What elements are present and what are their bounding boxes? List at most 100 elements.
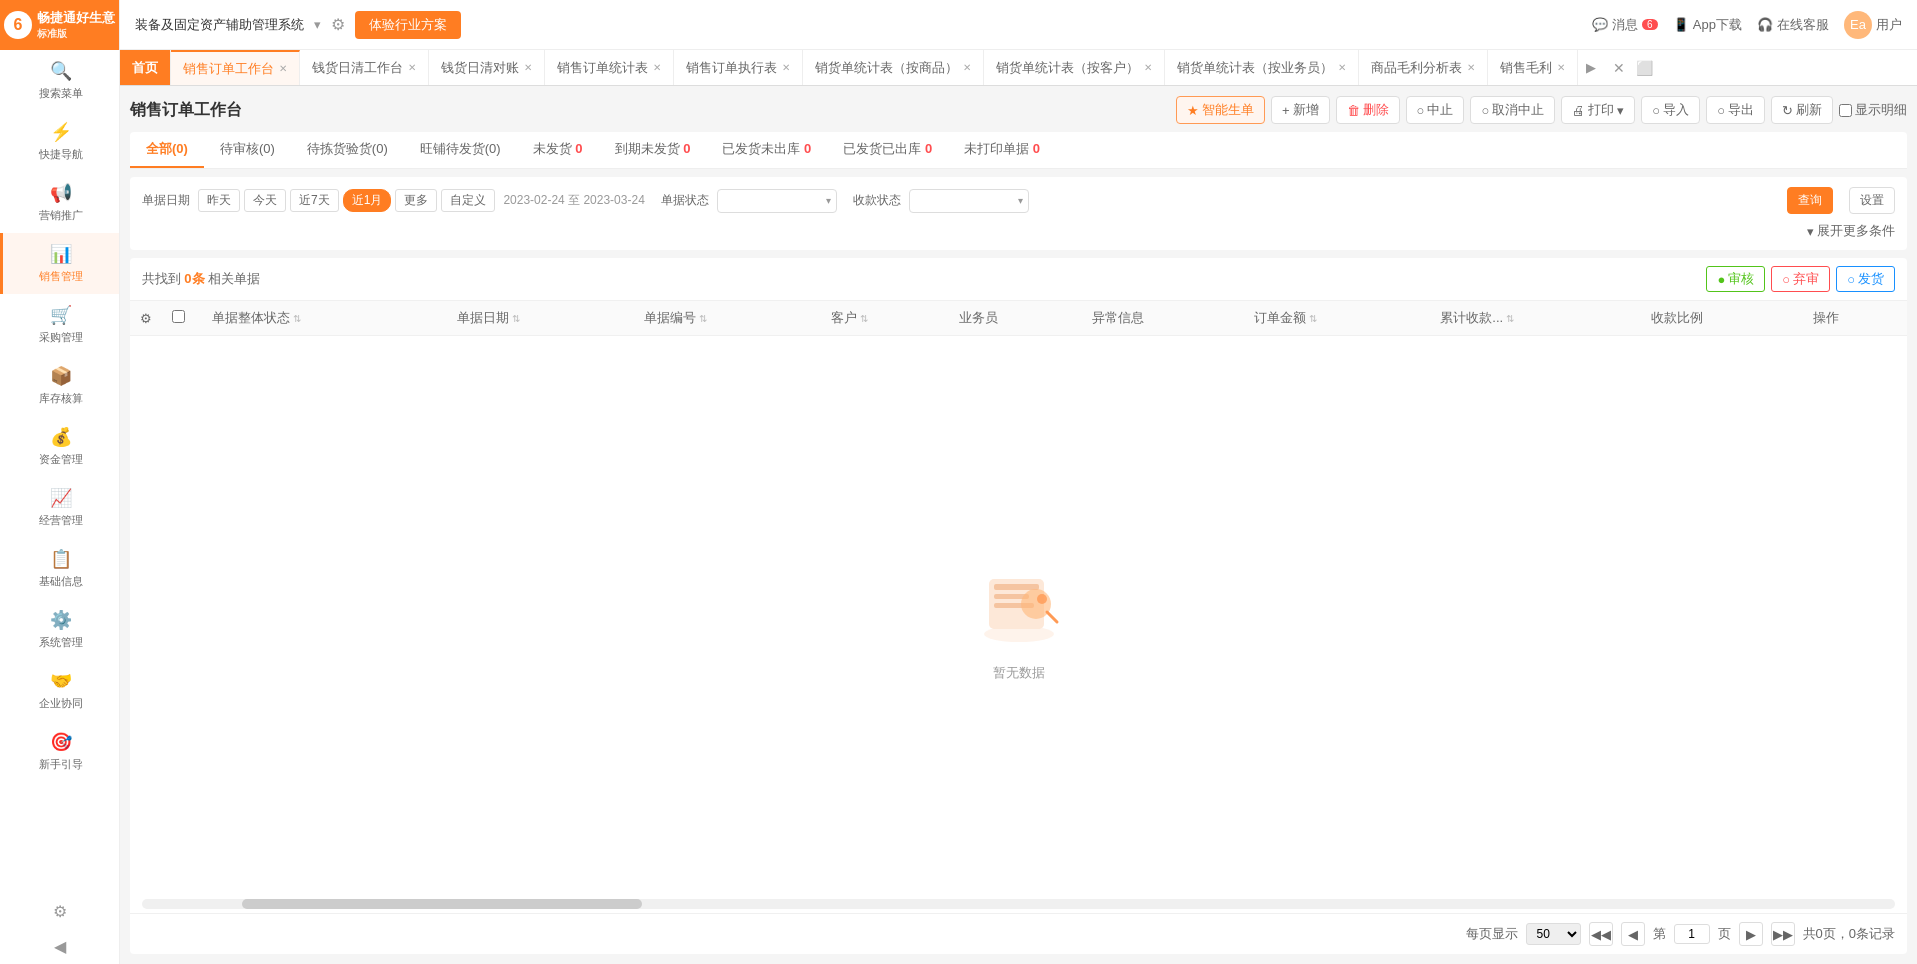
cancel-stop-btn[interactable]: ○ 取消中止 xyxy=(1470,96,1555,124)
th-status-sort[interactable]: 单据整体状态 xyxy=(212,309,437,327)
filter-yesterday-btn[interactable]: 昨天 xyxy=(198,189,240,212)
filter-status-select[interactable] xyxy=(717,189,837,213)
tab-sales-workbench-close[interactable]: ✕ xyxy=(279,63,287,74)
sidebar-item-enterprise[interactable]: 🤝 企业协同 xyxy=(0,660,119,721)
tab-cash-reconcile-close[interactable]: ✕ xyxy=(524,62,532,73)
sidebar-item-sales[interactable]: 📊 销售管理 xyxy=(0,233,119,294)
th-number-sort[interactable]: 单据编号 xyxy=(644,309,811,327)
subtab-wangpu-shipping[interactable]: 旺铺待发货(0) xyxy=(404,132,517,168)
sidebar-item-quick-nav[interactable]: ⚡ 快捷导航 xyxy=(0,111,119,172)
gear-icon[interactable]: ⚙ xyxy=(140,311,152,326)
subtab-not-printed[interactable]: 未打印单据 0 xyxy=(948,132,1056,168)
tab-gross-profit[interactable]: 商品毛利分析表 ✕ xyxy=(1359,50,1488,86)
next-page-btn[interactable]: ▶ xyxy=(1739,922,1763,946)
tab-cash-daily-close[interactable]: ✕ xyxy=(408,62,416,73)
tab-sales-profit-close[interactable]: ✕ xyxy=(1557,62,1565,73)
filter-custom-btn[interactable]: 自定义 xyxy=(441,189,495,212)
tab-cash-daily[interactable]: 钱货日清工作台 ✕ xyxy=(300,50,429,86)
app-download-btn[interactable]: 📱 App下载 xyxy=(1673,16,1742,34)
last-page-btn[interactable]: ▶▶ xyxy=(1771,922,1795,946)
tab-sales-stat-product[interactable]: 销货单统计表（按商品） ✕ xyxy=(803,50,984,86)
sidebar-item-system[interactable]: ⚙️ 系统管理 xyxy=(0,599,119,660)
filter-today-btn[interactable]: 今天 xyxy=(244,189,286,212)
sidebar-item-inventory[interactable]: 📦 库存核算 xyxy=(0,355,119,416)
subtab-all[interactable]: 全部(0) xyxy=(130,132,204,168)
tab-sales-stat-customer-close[interactable]: ✕ xyxy=(1144,62,1152,73)
revoke-btn[interactable]: ○ 弃审 xyxy=(1771,266,1830,292)
sidebar-collapse-btn[interactable]: ◀ xyxy=(0,929,119,964)
page-input[interactable] xyxy=(1674,924,1710,944)
industry-solution-btn[interactable]: 体验行业方案 xyxy=(355,11,461,39)
tab-sales-stats-close[interactable]: ✕ xyxy=(653,62,661,73)
th-customer-sort[interactable]: 客户 xyxy=(831,309,939,327)
filter-more-btn[interactable]: 更多 xyxy=(395,189,437,212)
h-scrollbar-thumb[interactable] xyxy=(242,899,642,909)
tabbar-more-btn[interactable]: ▶ xyxy=(1578,60,1604,75)
messages-btn[interactable]: 💬 消息 6 xyxy=(1592,16,1658,34)
sidebar-item-guide[interactable]: 🎯 新手引导 xyxy=(0,721,119,782)
tab-maximize-btn[interactable]: ⬜ xyxy=(1632,58,1657,78)
tab-sales-stat-product-close[interactable]: ✕ xyxy=(963,62,971,73)
tab-cash-reconcile[interactable]: 钱货日清对账 ✕ xyxy=(429,50,545,86)
subtab-pending-inspect[interactable]: 待拣货验货(0) xyxy=(291,132,404,168)
tab-home[interactable]: 首页 xyxy=(120,50,171,86)
filter-payment-select[interactable] xyxy=(909,189,1029,213)
sidebar-settings-btn[interactable]: ⚙ xyxy=(0,894,119,929)
approve-btn[interactable]: ● 审核 xyxy=(1706,266,1765,292)
filter-expand-btn[interactable]: ▾ 展开更多条件 xyxy=(1807,222,1895,240)
empty-text: 暂无数据 xyxy=(993,664,1045,682)
sidebar-item-basic-info[interactable]: 📋 基础信息 xyxy=(0,538,119,599)
topbar-gear-icon[interactable]: ⚙ xyxy=(331,15,345,34)
tab-sales-profit[interactable]: 销售毛利 ✕ xyxy=(1488,50,1578,86)
delete-btn[interactable]: 🗑 删除 xyxy=(1336,96,1400,124)
subtab-shipped-out[interactable]: 已发货已出库 0 xyxy=(827,132,948,168)
table-scroll[interactable]: ⚙ 单据整体状态 单据日期 单 xyxy=(130,301,1907,895)
filter-1month-btn[interactable]: 近1月 xyxy=(343,189,392,212)
th-ratio-label: 收款比例 xyxy=(1651,310,1703,325)
tab-sales-stat-staff[interactable]: 销货单统计表（按业务员） ✕ xyxy=(1165,50,1359,86)
show-detail-checkbox[interactable] xyxy=(1839,104,1852,117)
import-btn[interactable]: ○ 导入 xyxy=(1641,96,1700,124)
tab-sales-workbench[interactable]: 销售订单工作台 ✕ xyxy=(171,50,300,86)
sidebar-item-operations[interactable]: 📈 经营管理 xyxy=(0,477,119,538)
tab-sales-stat-staff-close[interactable]: ✕ xyxy=(1338,62,1346,73)
online-service-btn[interactable]: 🎧 在线客服 xyxy=(1757,16,1829,34)
per-page-select[interactable]: 10 20 50 100 xyxy=(1526,923,1581,945)
export-btn[interactable]: ○ 导出 xyxy=(1706,96,1765,124)
tab-sales-stats[interactable]: 销售订单统计表 ✕ xyxy=(545,50,674,86)
user-menu-btn[interactable]: Ea 用户 xyxy=(1844,11,1902,39)
query-btn[interactable]: 查询 xyxy=(1787,187,1833,214)
first-page-btn[interactable]: ◀◀ xyxy=(1589,922,1613,946)
sidebar-item-purchase[interactable]: 🛒 采购管理 xyxy=(0,294,119,355)
tab-sales-exec-close[interactable]: ✕ xyxy=(782,62,790,73)
th-collected-sort[interactable]: 累计收款... xyxy=(1440,309,1631,327)
tab-close-all-btn[interactable]: ✕ xyxy=(1609,58,1629,78)
tab-gross-profit-close[interactable]: ✕ xyxy=(1467,62,1475,73)
tab-sales-stat-customer[interactable]: 销货单统计表（按客户） ✕ xyxy=(984,50,1165,86)
subtab-expired-not-shipped[interactable]: 到期未发货 0 xyxy=(599,132,707,168)
empty-svg xyxy=(969,549,1069,649)
sidebar-item-finance[interactable]: 💰 资金管理 xyxy=(0,416,119,477)
subtab-shipped-not-out[interactable]: 已发货未出库 0 xyxy=(706,132,827,168)
subtab-not-shipped[interactable]: 未发货 0 xyxy=(517,132,599,168)
sidebar-item-marketing[interactable]: 📢 营销推广 xyxy=(0,172,119,233)
th-amount-sort[interactable]: 订单金额 xyxy=(1254,309,1421,327)
user-avatar: Ea xyxy=(1844,11,1872,39)
h-scrollbar[interactable] xyxy=(142,899,1895,909)
show-detail-checkbox-wrap[interactable]: 显示明细 xyxy=(1839,101,1907,119)
sidebar-item-search[interactable]: 🔍 搜索菜单 xyxy=(0,50,119,111)
filter-settings-btn[interactable]: 设置 xyxy=(1849,187,1895,214)
th-date-sort[interactable]: 单据日期 xyxy=(457,309,624,327)
stop-btn[interactable]: ○ 中止 xyxy=(1406,96,1465,124)
print-btn[interactable]: 🖨 打印 ▾ xyxy=(1561,96,1635,124)
prev-page-btn[interactable]: ◀ xyxy=(1621,922,1645,946)
subtab-pending-review[interactable]: 待审核(0) xyxy=(204,132,291,168)
ship-btn[interactable]: ○ 发货 xyxy=(1836,266,1895,292)
refresh-btn[interactable]: ↻ 刷新 xyxy=(1771,96,1833,124)
add-btn[interactable]: + 新增 xyxy=(1271,96,1330,124)
page-title: 销售订单工作台 xyxy=(130,100,242,121)
smart-generate-btn[interactable]: ★ 智能生单 xyxy=(1176,96,1265,124)
filter-7days-btn[interactable]: 近7天 xyxy=(290,189,339,212)
tab-sales-exec[interactable]: 销售订单执行表 ✕ xyxy=(674,50,803,86)
select-all-checkbox[interactable] xyxy=(172,310,185,323)
